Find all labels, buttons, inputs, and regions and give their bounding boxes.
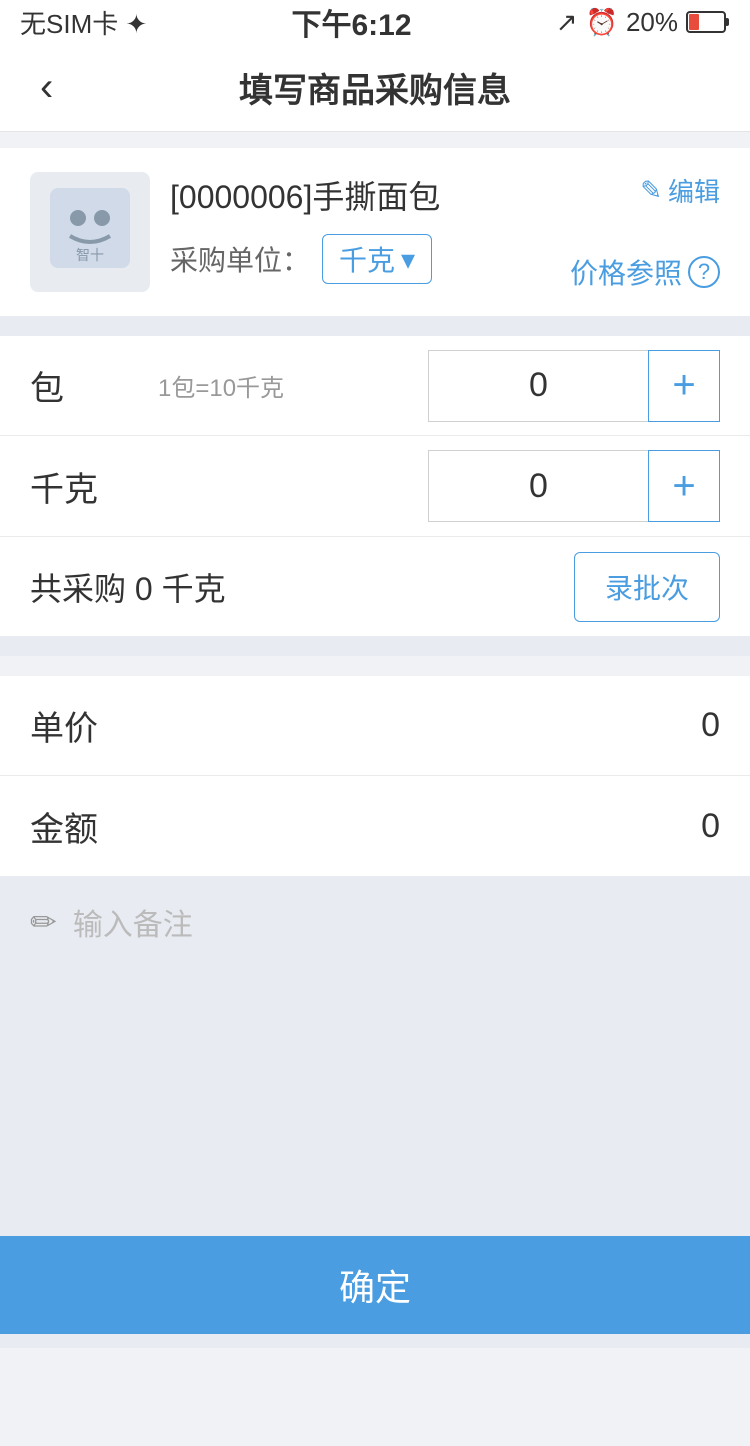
edit-icon: ✎ bbox=[640, 175, 662, 206]
svg-text:智十: 智十 bbox=[76, 247, 104, 263]
input-section: 包 1包=10千克 + 千克 + bbox=[0, 336, 750, 536]
unit-price-label: 单价 bbox=[30, 701, 98, 750]
package-input-row: 包 1包=10千克 + bbox=[0, 336, 750, 436]
summary-row: 共采购 0 千克 录批次 bbox=[0, 536, 750, 636]
location-icon: ↗ bbox=[556, 7, 578, 38]
summary-section: 共采购 0 千克 录批次 bbox=[0, 536, 750, 636]
product-name: [0000006]手撕面包 bbox=[170, 172, 720, 218]
package-label: 包 bbox=[30, 361, 150, 410]
page-title: 填写商品采购信息 bbox=[239, 63, 511, 112]
unit-price-value: 0 bbox=[701, 706, 720, 745]
section-divider-1 bbox=[0, 316, 750, 336]
unit-label: 采购单位： bbox=[170, 239, 310, 279]
nav-bar: ‹ 填写商品采购信息 bbox=[0, 44, 750, 132]
info-icon: ? bbox=[688, 256, 720, 288]
pencil-icon: ✏ bbox=[30, 903, 57, 941]
info-section: 单价 0 金额 0 bbox=[0, 676, 750, 876]
package-sublabel: 1包=10千克 bbox=[158, 368, 284, 403]
notes-placeholder: 输入备注 bbox=[73, 900, 193, 944]
amount-row: 金额 0 bbox=[0, 776, 750, 876]
kg-input-row: 千克 + bbox=[0, 436, 750, 536]
battery-percent: 20% bbox=[626, 7, 678, 38]
package-input[interactable] bbox=[428, 350, 648, 422]
kg-input[interactable] bbox=[428, 450, 648, 522]
unit-select[interactable]: 千克 ▾ bbox=[322, 234, 432, 284]
product-card: 智十 [0000006]手撕面包 采购单位： 千克 ▾ ✎ 编辑 价格参照 ? bbox=[0, 148, 750, 316]
back-button[interactable]: ‹ bbox=[30, 55, 63, 120]
price-ref-button[interactable]: 价格参照 ? bbox=[570, 252, 720, 292]
section-divider-2 bbox=[0, 636, 750, 656]
sim-status: 无SIM卡 ✦ bbox=[20, 4, 147, 41]
product-logo: 智十 bbox=[50, 188, 130, 276]
status-bar: 无SIM卡 ✦ 下午6:12 ↗ ⏰ 20% bbox=[0, 0, 750, 44]
battery-icon bbox=[686, 11, 730, 33]
unit-price-row: 单价 0 bbox=[0, 676, 750, 776]
amount-label: 金额 bbox=[30, 802, 98, 851]
batch-button[interactable]: 录批次 bbox=[574, 552, 720, 622]
status-right: ↗ ⏰ 20% bbox=[556, 7, 730, 38]
summary-text: 共采购 0 千克 bbox=[30, 564, 226, 610]
product-image: 智十 bbox=[30, 172, 150, 292]
amount-value: 0 bbox=[701, 807, 720, 846]
kg-plus-button[interactable]: + bbox=[648, 450, 720, 522]
edit-button[interactable]: ✎ 编辑 bbox=[640, 172, 720, 209]
status-left: 无SIM卡 ✦ bbox=[20, 4, 147, 41]
alarm-icon: ⏰ bbox=[586, 7, 618, 38]
notes-section[interactable]: ✏ 输入备注 bbox=[0, 876, 750, 968]
dropdown-icon: ▾ bbox=[401, 243, 415, 276]
kg-input-right: + bbox=[428, 450, 720, 522]
package-plus-button[interactable]: + bbox=[648, 350, 720, 422]
confirm-button[interactable]: 确定 bbox=[0, 1236, 750, 1334]
package-input-right: + bbox=[428, 350, 720, 422]
status-time: 下午6:12 bbox=[291, 0, 411, 44]
kg-label: 千克 bbox=[30, 462, 150, 511]
